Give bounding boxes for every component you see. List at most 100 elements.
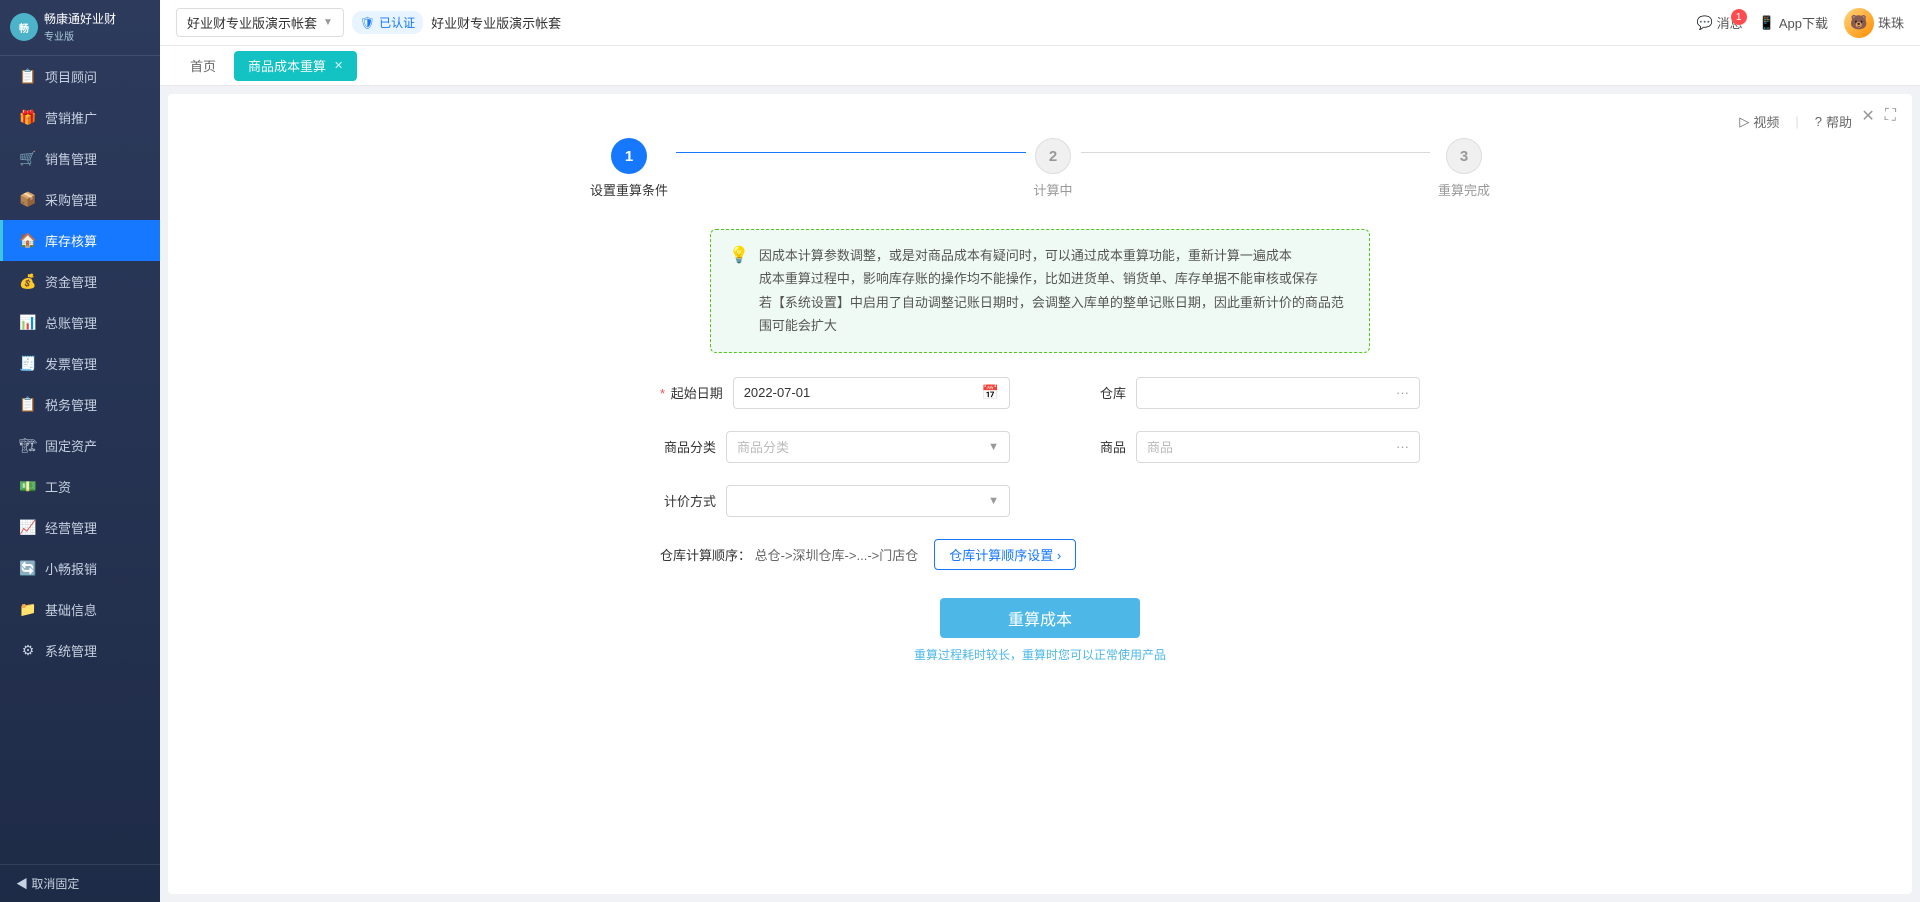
- step-2-circle: 2: [1035, 138, 1071, 174]
- video-link[interactable]: ▷ 视频: [1739, 112, 1779, 131]
- accounting-icon: 📊: [19, 313, 37, 331]
- sidebar-nav: 📋 项目顾问 🎁 营销推广 🛒 销售管理 📦 采购管理 🏠 库存核算 💰 资金管…: [0, 56, 160, 864]
- assets-icon: 🏗: [19, 436, 37, 454]
- step-3-label: 重算完成: [1438, 180, 1490, 199]
- sidebar-item-label: 采购管理: [45, 190, 97, 209]
- sidebar-item-tax[interactable]: 📋 税务管理: [0, 384, 160, 425]
- user-menu[interactable]: 🐻 珠珠: [1844, 8, 1904, 38]
- sidebar-item-label: 税务管理: [45, 395, 97, 414]
- sidebar-logo: 畅 畅康通好业财 专业版: [0, 0, 160, 56]
- message-icon: 💬: [1696, 15, 1712, 31]
- start-date-input[interactable]: 📅: [733, 377, 1010, 409]
- play-icon: ▷: [1739, 114, 1749, 130]
- message-button[interactable]: 💬 消息 1: [1696, 13, 1742, 32]
- inventory-icon: 🏠: [19, 231, 37, 249]
- operations-icon: 📈: [19, 518, 37, 536]
- start-date-text[interactable]: [744, 385, 976, 400]
- form-row-2: 商品分类 商品分类 ▼ 商品 商品 ···: [660, 431, 1420, 463]
- step-1-label: 设置重算条件: [590, 180, 668, 199]
- sidebar-item-label: 经营管理: [45, 518, 97, 537]
- user-avatar: 🐻: [1844, 8, 1874, 38]
- sidebar-item-basic[interactable]: 📁 基础信息: [0, 589, 160, 630]
- shield-icon: 🛡: [360, 16, 375, 30]
- sidebar-item-inventory[interactable]: 🏠 库存核算: [0, 220, 160, 261]
- submit-button[interactable]: 重算成本: [940, 598, 1140, 638]
- sidebar-item-system[interactable]: ⚙ 系统管理: [0, 630, 160, 671]
- tabbar: 首页 商品成本重算 ✕: [160, 46, 1920, 86]
- warehouse-order-label: 仓库计算顺序： 总仓->深圳仓库->...->门店仓: [660, 545, 918, 564]
- sidebar-item-sales[interactable]: 🛒 销售管理: [0, 138, 160, 179]
- form-row-3: 计价方式 ▼: [660, 485, 1420, 517]
- account-selector[interactable]: 好业财专业版演示帐套 ▼: [176, 8, 344, 37]
- form-row-1: * 起始日期 📅 仓库 ···: [660, 377, 1420, 409]
- step-2-label: 计算中: [1034, 180, 1073, 199]
- sidebar-item-label: 库存核算: [45, 231, 97, 250]
- category-field: 商品分类 商品分类 ▼: [660, 431, 1010, 463]
- goods-input[interactable]: 商品 ···: [1136, 431, 1420, 463]
- sidebar-item-label: 总账管理: [45, 313, 97, 332]
- tab-home[interactable]: 首页: [176, 51, 230, 81]
- price-method-select[interactable]: ▼: [726, 485, 1010, 517]
- logo-icon: 畅: [10, 13, 38, 41]
- sidebar-item-label: 工资: [45, 477, 71, 496]
- basic-icon: 📁: [19, 600, 37, 618]
- sidebar-item-invoice[interactable]: 🧾 发票管理: [0, 343, 160, 384]
- main-area: 好业财专业版演示帐套 ▼ 🛡 已认证 好业财专业版演示帐套 💬 消息 1 📱 A…: [160, 0, 1920, 902]
- sidebar-item-label: 小畅报销: [45, 559, 97, 578]
- account-name: 好业财专业版演示帐套: [431, 13, 561, 32]
- step-2: 2 计算中: [1034, 138, 1073, 199]
- topbar-right: 💬 消息 1 📱 App下载 🐻 珠珠: [1696, 8, 1904, 38]
- purchase-icon: 📦: [19, 190, 37, 208]
- warehouse-order-settings-button[interactable]: 仓库计算顺序设置 ›: [934, 539, 1076, 570]
- sidebar-item-accounting[interactable]: 📊 总账管理: [0, 302, 160, 343]
- category-select[interactable]: 商品分类 ▼: [726, 431, 1010, 463]
- help-icon: ?: [1815, 114, 1822, 129]
- start-date-label: * 起始日期: [660, 383, 723, 402]
- submit-hint: 重算过程耗时较长，重算时您可以正常使用产品: [914, 646, 1166, 663]
- sidebar-item-project[interactable]: 📋 项目顾问: [0, 56, 160, 97]
- sidebar-item-operations[interactable]: 📈 经营管理: [0, 507, 160, 548]
- calendar-icon[interactable]: 📅: [982, 384, 999, 401]
- sidebar-item-purchase[interactable]: 📦 采购管理: [0, 179, 160, 220]
- phone-icon: 📱: [1759, 15, 1775, 31]
- window-controls: ✕ ⛶: [1861, 106, 1896, 126]
- sidebar-item-label: 销售管理: [45, 149, 97, 168]
- sidebar-item-finance[interactable]: 💰 资金管理: [0, 261, 160, 302]
- warehouse-order-row: 仓库计算顺序： 总仓->深圳仓库->...->门店仓 仓库计算顺序设置 ›: [660, 539, 1420, 570]
- expand-window-button[interactable]: ⛶: [1885, 107, 1896, 125]
- finance-icon: 💰: [19, 272, 37, 290]
- sidebar-item-marketing[interactable]: 🎁 营销推广: [0, 97, 160, 138]
- step-3-circle: 3: [1446, 138, 1482, 174]
- close-window-button[interactable]: ✕: [1861, 106, 1874, 126]
- sidebar-item-label: 项目顾问: [45, 67, 97, 86]
- tab-cost-recalc[interactable]: 商品成本重算 ✕: [234, 51, 357, 81]
- sidebar-item-label: 资金管理: [45, 272, 97, 291]
- steps-container: 1 设置重算条件 2 计算中 3 重算完成: [590, 118, 1490, 209]
- sidebar-item-label: 营销推广: [45, 108, 97, 127]
- system-icon: ⚙: [19, 641, 37, 659]
- warehouse-input[interactable]: ···: [1136, 377, 1420, 409]
- category-label: 商品分类: [660, 437, 716, 456]
- sidebar: 畅 畅康通好业财 专业版 📋 项目顾问 🎁 营销推广 🛒 销售管理 📦 采购管理…: [0, 0, 160, 902]
- sidebar-unpin-button[interactable]: ◀ 取消固定: [0, 864, 160, 902]
- account-selector-text: 好业财专业版演示帐套: [187, 13, 317, 32]
- warehouse-label: 仓库: [1070, 383, 1126, 402]
- info-text: 因成本计算参数调整，或是对商品成本有疑问时，可以通过成本重算功能，重新计算一遍成…: [759, 244, 1351, 338]
- sidebar-item-salary[interactable]: 💵 工资: [0, 466, 160, 507]
- sidebar-item-assets[interactable]: 🏗 固定资产: [0, 425, 160, 466]
- start-date-field: * 起始日期 📅: [660, 377, 1010, 409]
- message-badge: 1: [1731, 9, 1747, 25]
- price-method-field: 计价方式 ▼: [660, 485, 1010, 517]
- info-icon: 💡: [729, 245, 749, 338]
- tab-close-icon[interactable]: ✕: [334, 59, 343, 72]
- chevron-down-icon: ▼: [988, 441, 999, 453]
- app-download-button[interactable]: 📱 App下载: [1759, 13, 1828, 32]
- chevron-down-icon: ▼: [988, 495, 999, 507]
- sidebar-item-label: 基础信息: [45, 600, 97, 619]
- expense-icon: 🔄: [19, 559, 37, 577]
- sidebar-item-expense[interactable]: 🔄 小畅报销: [0, 548, 160, 589]
- goods-label: 商品: [1070, 437, 1126, 456]
- submit-area: 重算成本 重算过程耗时较长，重算时您可以正常使用产品: [660, 598, 1420, 663]
- goods-field: 商品 商品 ···: [1070, 431, 1420, 463]
- help-link[interactable]: ? 帮助: [1815, 112, 1852, 131]
